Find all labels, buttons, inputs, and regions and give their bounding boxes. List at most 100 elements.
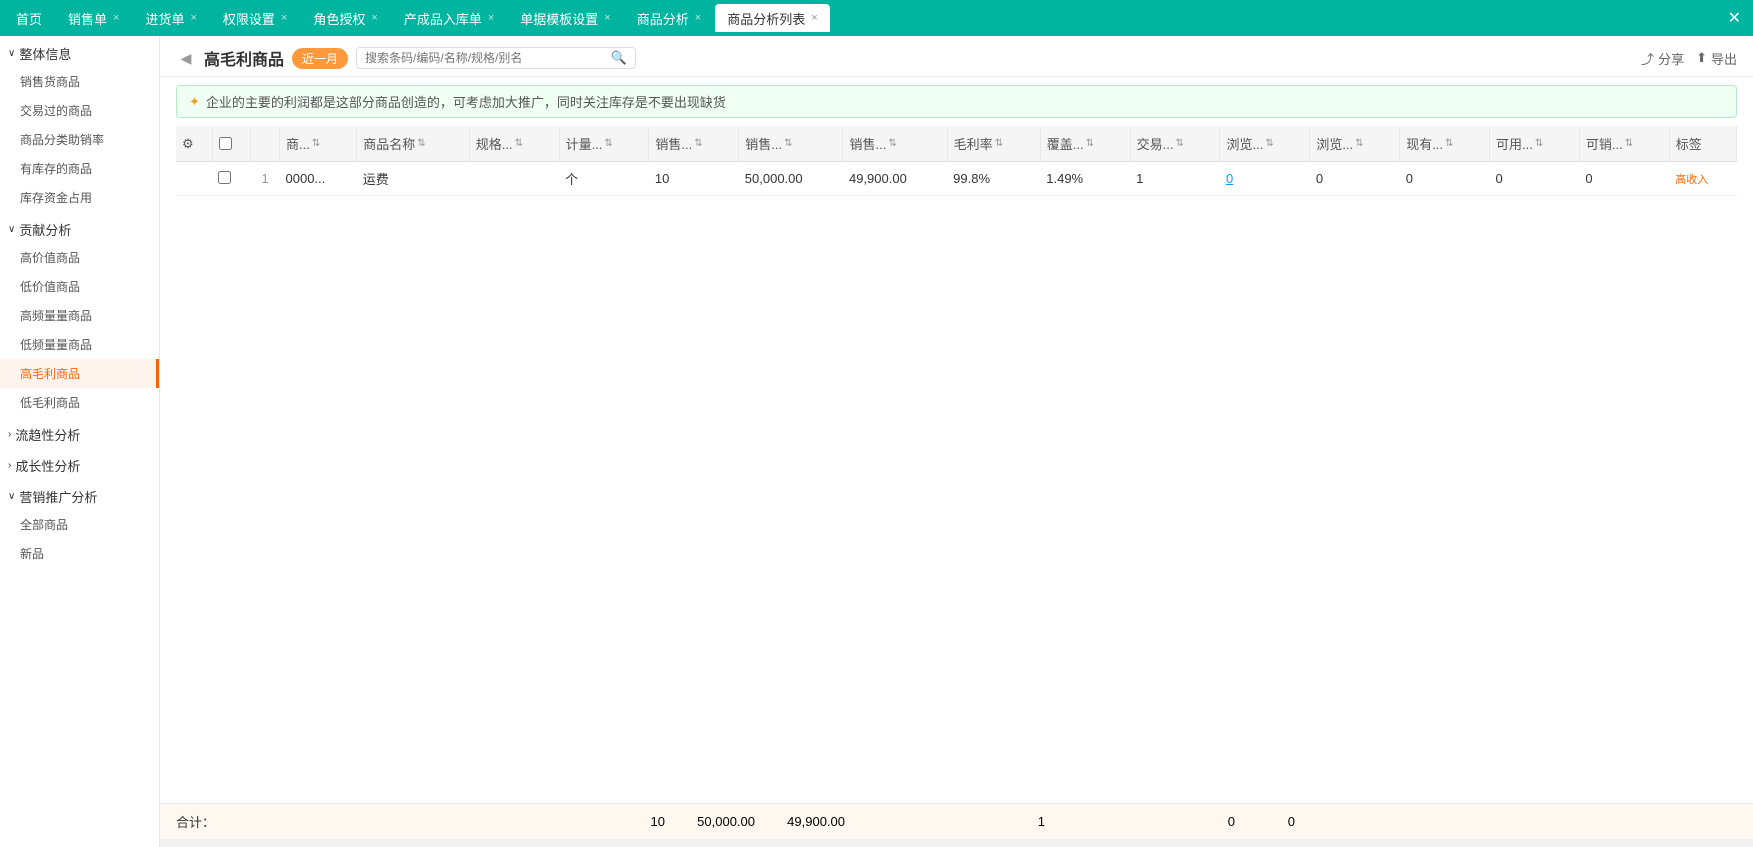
sidebar-collapse-button[interactable]: ◀ bbox=[176, 48, 196, 68]
sidebar-item-score-rate[interactable]: 商品分类助销率 bbox=[0, 125, 159, 154]
tab-close-role[interactable]: × bbox=[371, 12, 377, 24]
col-header-settings: ⚙ bbox=[176, 126, 212, 162]
sidebar-item-stock-capital[interactable]: 库存资金占用 bbox=[0, 183, 159, 212]
nav-tab-purchase[interactable]: 进货单× bbox=[133, 4, 208, 32]
sidebar-group-marketing-analysis[interactable]: ∨营销推广分析 bbox=[0, 479, 159, 510]
footer-cell-17 bbox=[1301, 814, 1361, 829]
sort-icon-trade: ⇅ bbox=[1175, 138, 1183, 149]
tab-close-purchase[interactable]: × bbox=[190, 12, 196, 24]
nav-tab-template[interactable]: 单据模板设置× bbox=[508, 4, 622, 32]
col-header-name[interactable]: 商品名称⇅ bbox=[357, 126, 469, 162]
footer-cell-14 bbox=[1111, 814, 1171, 829]
sidebar-group-overall[interactable]: ∨整体信息 bbox=[0, 36, 159, 67]
col-header-sales_cost[interactable]: 销售...⇅ bbox=[843, 126, 947, 162]
tab-close-permission[interactable]: × bbox=[281, 12, 287, 24]
nav-tab-product-in[interactable]: 产成品入库单× bbox=[392, 4, 506, 32]
sidebar-item-sales-goods[interactable]: 销售货商品 bbox=[0, 67, 159, 96]
cell-coverage: 1.49% bbox=[1040, 162, 1130, 196]
sort-icon-available: ⇅ bbox=[1535, 138, 1543, 149]
table-container[interactable]: ⚙商...⇅商品名称⇅规格...⇅计量...⇅销售...⇅销售...⇅销售...… bbox=[176, 126, 1737, 803]
sidebar-item-low-value[interactable]: 低价值商品 bbox=[0, 272, 159, 301]
footer-cell-15: 0 bbox=[1171, 814, 1241, 829]
share-button[interactable]: ⤴ 分享 bbox=[1641, 49, 1684, 68]
footer-cell-9: 49,900.00 bbox=[761, 814, 851, 829]
footer-cell-1 bbox=[247, 814, 271, 829]
cell-sales_qty: 10 bbox=[649, 162, 739, 196]
tab-close-product-in[interactable]: × bbox=[488, 12, 494, 24]
tab-close-sales[interactable]: × bbox=[113, 12, 119, 24]
footer-cell-16: 0 bbox=[1241, 814, 1301, 829]
nav-tab-analysis[interactable]: 商品分析× bbox=[625, 4, 713, 32]
info-icon: ✦ bbox=[189, 94, 200, 110]
sidebar-group-treasure-analysis[interactable]: ∨贡献分析 bbox=[0, 212, 159, 243]
sidebar-item-new-goods[interactable]: 新品 bbox=[0, 539, 159, 568]
export-button[interactable]: ⬆ 导出 bbox=[1696, 49, 1737, 68]
browse-link[interactable]: 0 bbox=[1226, 171, 1233, 186]
sidebar-item-all-goods[interactable]: 全部商品 bbox=[0, 510, 159, 539]
footer-cell-5 bbox=[481, 814, 551, 829]
cell-settings bbox=[176, 162, 212, 196]
sidebar-item-high-value[interactable]: 高价值商品 bbox=[0, 243, 159, 272]
col-header-spec[interactable]: 规格...⇅ bbox=[469, 126, 559, 162]
footer-cell-3 bbox=[301, 814, 361, 829]
sort-icon-unit: ⇅ bbox=[604, 138, 612, 149]
sidebar-group-trend-analysis[interactable]: ›流趋性分析 bbox=[0, 417, 159, 448]
sort-icon-spec: ⇅ bbox=[515, 138, 523, 149]
col-header-sellable[interactable]: 可销...⇅ bbox=[1579, 126, 1669, 162]
sidebar-item-traded-goods[interactable]: 交易过的商品 bbox=[0, 96, 159, 125]
col-header-sales_amount[interactable]: 销售...⇅ bbox=[739, 126, 843, 162]
sort-icon-sales_cost: ⇅ bbox=[888, 138, 896, 149]
nav-tab-home[interactable]: 首页 bbox=[4, 4, 54, 32]
cell-available: 0 bbox=[1490, 162, 1580, 196]
sidebar-item-stocked-goods[interactable]: 有库存的商品 bbox=[0, 154, 159, 183]
footer-cell-7: 10 bbox=[611, 814, 671, 829]
search-input[interactable] bbox=[365, 51, 607, 65]
nav-tab-role[interactable]: 角色授权× bbox=[301, 4, 389, 32]
col-header-sales_qty[interactable]: 销售...⇅ bbox=[649, 126, 739, 162]
sort-icon-sales_qty: ⇅ bbox=[694, 138, 702, 149]
sort-icon-sellable: ⇅ bbox=[1625, 138, 1633, 149]
col-header-browse1[interactable]: 浏览...⇅ bbox=[1220, 126, 1310, 162]
sidebar-item-low-margin[interactable]: 低毛利商品 bbox=[0, 388, 159, 417]
col-header-current_stock[interactable]: 现有...⇅ bbox=[1400, 126, 1490, 162]
row-checkbox[interactable] bbox=[218, 171, 231, 184]
sidebar-item-low-freq[interactable]: 低频量量商品 bbox=[0, 330, 159, 359]
filter-recent-month-button[interactable]: 近一月 bbox=[292, 48, 348, 69]
col-header-tag: 标签 bbox=[1669, 126, 1736, 162]
col-header-margin_rate[interactable]: 毛利率⇅ bbox=[947, 126, 1040, 162]
col-header-coverage[interactable]: 覆盖...⇅ bbox=[1040, 126, 1130, 162]
sidebar-group-growth-analysis[interactable]: ›成长性分析 bbox=[0, 448, 159, 479]
footer-cell-8: 50,000.00 bbox=[671, 814, 761, 829]
footer-cell-4 bbox=[361, 814, 481, 829]
cell-trade: 1 bbox=[1130, 162, 1220, 196]
cell-margin_rate: 99.8% bbox=[947, 162, 1040, 196]
horizontal-scrollbar[interactable] bbox=[160, 839, 1753, 847]
sort-icon-sales_amount: ⇅ bbox=[784, 138, 792, 149]
nav-tab-permission[interactable]: 权限设置× bbox=[211, 4, 299, 32]
nav-tab-analysis-list[interactable]: 商品分析列表× bbox=[715, 4, 829, 32]
cell-checkbox bbox=[212, 162, 251, 196]
col-header-browse2[interactable]: 浏览...⇅ bbox=[1310, 126, 1400, 162]
col-header-available[interactable]: 可用...⇅ bbox=[1490, 126, 1580, 162]
sidebar-item-high-margin[interactable]: 高毛利商品 bbox=[0, 359, 159, 388]
header-actions: ⤴ 分享 ⬆ 导出 bbox=[1641, 49, 1737, 68]
window-close-button[interactable]: ✕ bbox=[1720, 8, 1749, 28]
tab-close-analysis[interactable]: × bbox=[695, 12, 701, 24]
sidebar-item-high-freq[interactable]: 高频量量商品 bbox=[0, 301, 159, 330]
select-all-checkbox[interactable] bbox=[219, 137, 232, 150]
cell-unit: 个 bbox=[559, 162, 649, 196]
settings-icon[interactable]: ⚙ bbox=[182, 136, 194, 152]
cell-current_stock: 0 bbox=[1400, 162, 1490, 196]
tab-close-template[interactable]: × bbox=[604, 12, 610, 24]
content-header: ◀ 高毛利商品 近一月 🔍 ⤴ 分享 ⬆ 导出 bbox=[160, 36, 1753, 77]
col-header-unit[interactable]: 计量...⇅ bbox=[559, 126, 649, 162]
footer-cell-12: 1 bbox=[991, 814, 1051, 829]
col-header-code[interactable]: 商...⇅ bbox=[280, 126, 357, 162]
tab-close-analysis-list[interactable]: × bbox=[811, 12, 817, 24]
col-header-trade[interactable]: 交易...⇅ bbox=[1130, 126, 1220, 162]
sort-icon-current_stock: ⇅ bbox=[1445, 138, 1453, 149]
top-navigation: 首页销售单×进货单×权限设置×角色授权×产成品入库单×单据模板设置×商品分析×商… bbox=[0, 0, 1753, 36]
group-arrow-marketing-analysis: ∨ bbox=[8, 491, 15, 502]
nav-tab-sales[interactable]: 销售单× bbox=[56, 4, 131, 32]
cell-tag: 高收入 bbox=[1669, 162, 1736, 196]
